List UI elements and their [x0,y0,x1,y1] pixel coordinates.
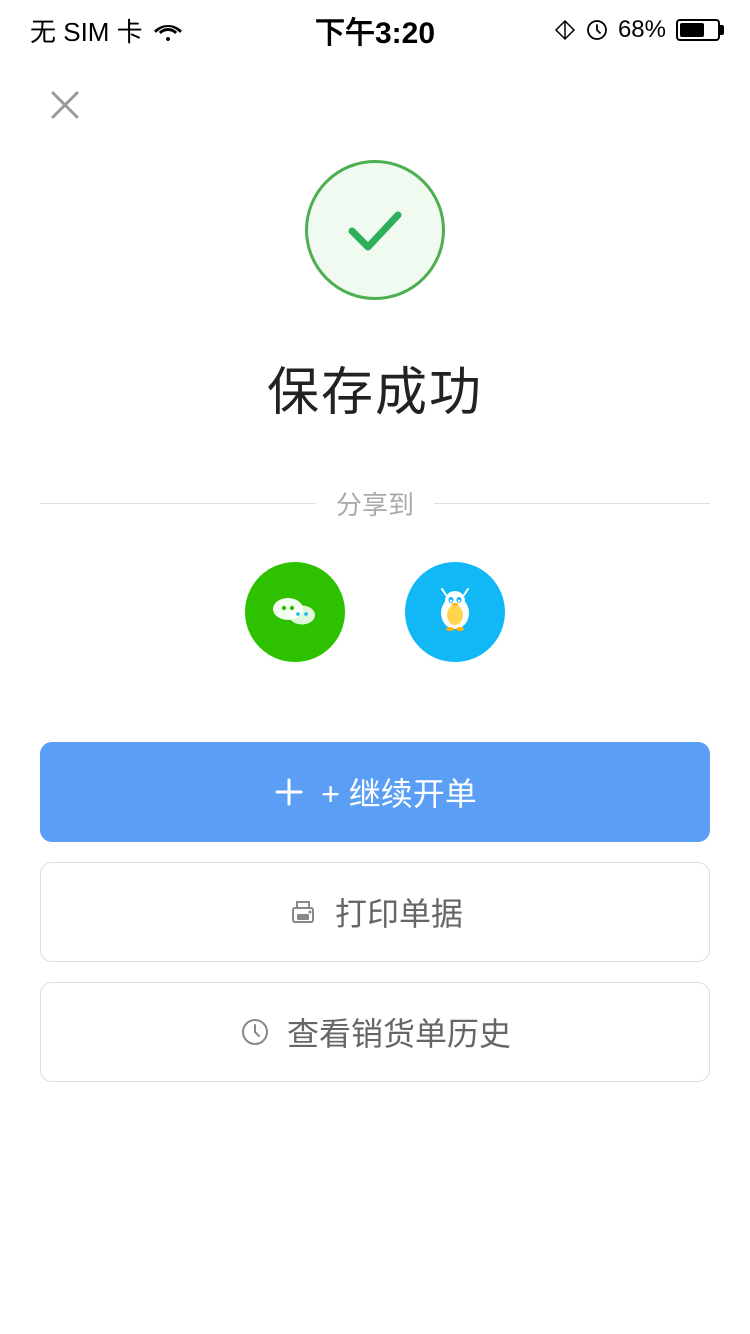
status-left: 无 SIM 卡 [30,12,183,49]
plus-icon [273,776,305,808]
close-icon [47,87,83,123]
qq-icon [426,583,484,641]
success-circle [305,160,445,300]
content-area: 保存成功 分享到 [0,60,750,1334]
wechat-icon [266,583,324,641]
divider-line-right [434,503,710,504]
status-right: 68% [554,16,720,44]
close-button-container [40,60,710,160]
battery-indicator [676,19,720,41]
wechat-share-button[interactable] [245,562,345,662]
close-button[interactable] [40,80,90,130]
clock-icon [586,19,608,41]
location-icon [554,19,576,41]
share-icons-container [245,562,505,662]
battery-percent: 68% [618,16,666,44]
share-divider: 分享到 [40,485,710,522]
print-label: 打印单据 [335,889,463,935]
status-bar: 无 SIM 卡 下午3:20 68% [0,0,750,60]
history-label: 查看销货单历史 [287,1009,511,1055]
history-icon [239,1016,271,1048]
status-time: 下午3:20 [315,8,435,52]
continue-button[interactable]: + 继续开单 [40,742,710,842]
history-button[interactable]: 查看销货单历史 [40,982,710,1082]
wifi-icon [153,19,183,41]
share-label: 分享到 [336,485,414,522]
divider-line-left [40,503,316,504]
qq-share-button[interactable] [405,562,505,662]
print-icon [287,896,319,928]
action-buttons: + 继续开单 打印单据 查看销货单历史 [40,742,710,1082]
success-title: 保存成功 [267,350,483,425]
continue-label: + 继续开单 [321,769,477,815]
carrier-text: 无 SIM 卡 [30,12,143,49]
print-button[interactable]: 打印单据 [40,862,710,962]
checkmark-icon [340,195,410,265]
